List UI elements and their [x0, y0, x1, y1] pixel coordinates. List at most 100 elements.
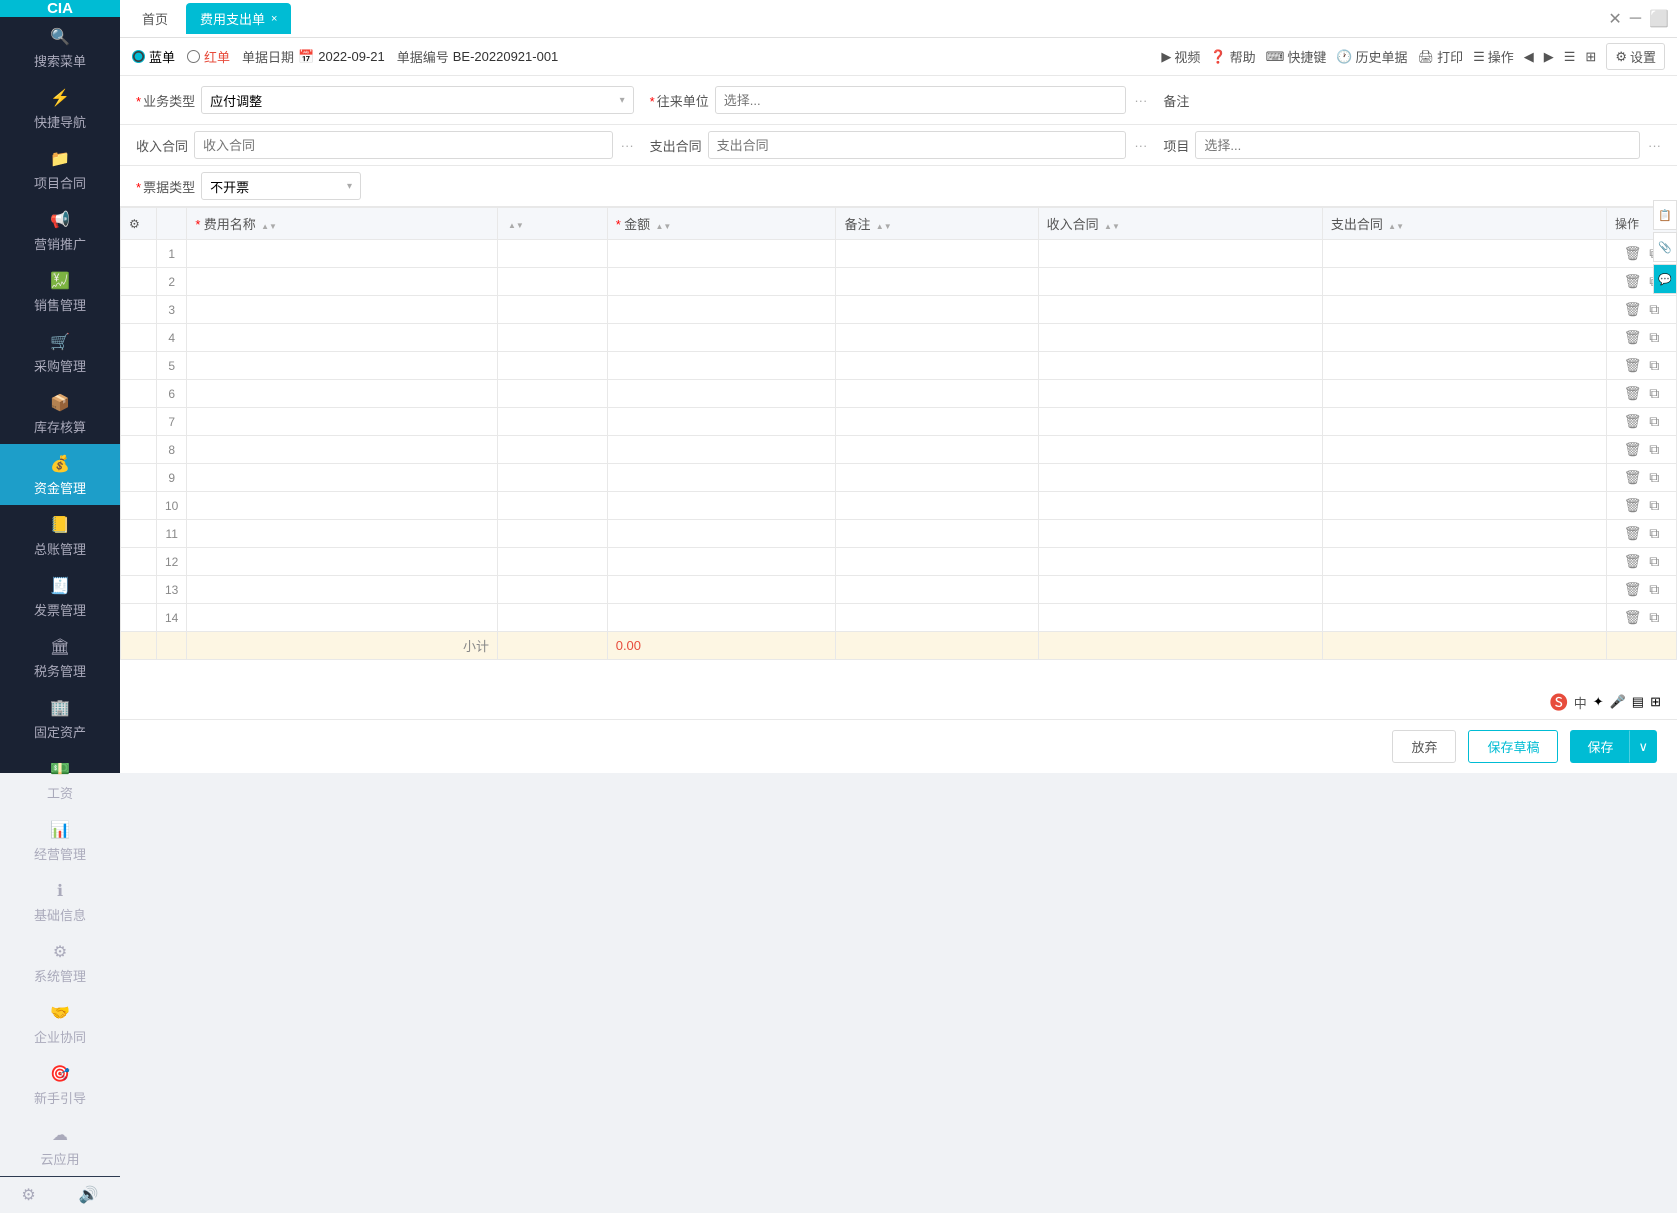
row-sort-cell[interactable] — [497, 408, 607, 436]
sidebar-item-newbie[interactable]: 🎯 新手引导 — [0, 1054, 120, 1115]
row-delete-icon[interactable]: 🗑 — [1624, 441, 1642, 457]
row-sort-cell[interactable] — [497, 604, 607, 632]
blue-radio-label[interactable]: 蓝单 — [132, 47, 175, 66]
row-income-cell[interactable] — [1038, 436, 1322, 464]
row-income-cell[interactable] — [1038, 548, 1322, 576]
row-sort-cell[interactable] — [497, 380, 607, 408]
tab-close-icon[interactable]: × — [271, 13, 277, 25]
row-delete-icon[interactable]: 🗑 — [1624, 413, 1642, 429]
income-contract-input[interactable] — [194, 131, 613, 159]
col-expense-sort-icon[interactable]: ▲▼ — [1388, 222, 1404, 231]
row-amount-cell[interactable] — [607, 296, 836, 324]
invoice-type-select[interactable]: 不开票 ▾ — [201, 172, 361, 200]
row-sort-cell[interactable] — [497, 492, 607, 520]
row-name-cell[interactable] — [187, 604, 498, 632]
row-name-cell[interactable] — [187, 240, 498, 268]
row-sort-cell[interactable] — [497, 352, 607, 380]
row-copy-icon[interactable]: ⧉ — [1649, 525, 1659, 541]
row-amount-cell[interactable] — [607, 380, 836, 408]
row-sort-cell[interactable] — [497, 520, 607, 548]
row-note-cell[interactable] — [836, 408, 1038, 436]
partner-dots-btn[interactable]: ··· — [1134, 93, 1147, 108]
sidebar-item-cloud[interactable]: ☁ 云应用 — [0, 1115, 120, 1176]
float-btn-2[interactable]: 📎 — [1653, 232, 1677, 262]
row-note-cell[interactable] — [836, 352, 1038, 380]
sidebar-item-operations[interactable]: 📊 经营管理 — [0, 810, 120, 871]
row-name-cell[interactable] — [187, 408, 498, 436]
sidebar-item-project[interactable]: 📁 项目合同 — [0, 139, 120, 200]
row-expense-cell[interactable] — [1322, 548, 1606, 576]
row-delete-icon[interactable]: 🗑 — [1624, 385, 1642, 401]
row-copy-icon[interactable]: ⧉ — [1649, 301, 1659, 317]
sidebar-audio-icon[interactable]: 🔊 — [79, 1185, 99, 1205]
sidebar-item-payroll[interactable]: 💵 工资 — [0, 749, 120, 810]
ops-btn[interactable]: ☰ 操作 — [1473, 47, 1514, 66]
row-delete-icon[interactable]: 🗑 — [1624, 469, 1642, 485]
row-amount-cell[interactable] — [607, 548, 836, 576]
video-btn[interactable]: ▶ 视频 — [1161, 47, 1200, 66]
row-amount-cell[interactable] — [607, 324, 836, 352]
discard-button[interactable]: 放弃 — [1392, 730, 1456, 763]
shortcut-btn[interactable]: ⌨ 快捷键 — [1266, 47, 1327, 66]
sidebar-item-invoice[interactable]: 🧾 发票管理 — [0, 566, 120, 627]
settings-button[interactable]: ⚙ 设置 — [1606, 43, 1665, 70]
row-name-cell[interactable] — [187, 380, 498, 408]
row-note-cell[interactable] — [836, 240, 1038, 268]
row-income-cell[interactable] — [1038, 380, 1322, 408]
row-expense-cell[interactable] — [1322, 324, 1606, 352]
row-amount-cell[interactable] — [607, 436, 836, 464]
col-note-sort-icon[interactable]: ▲▼ — [876, 222, 892, 231]
window-maximize-icon[interactable]: ⬜ — [1649, 9, 1669, 29]
row-copy-icon[interactable]: ⧉ — [1649, 357, 1659, 373]
row-note-cell[interactable] — [836, 520, 1038, 548]
sidebar-item-finance[interactable]: 💰 资金管理 — [0, 444, 120, 505]
view-list-btn[interactable]: ☰ — [1564, 49, 1576, 65]
row-amount-cell[interactable] — [607, 352, 836, 380]
row-amount-cell[interactable] — [607, 520, 836, 548]
expense-contract-dots-btn[interactable]: ··· — [1134, 138, 1147, 153]
col-amount-sort-icon[interactable]: ▲▼ — [655, 222, 671, 231]
row-expense-cell[interactable] — [1322, 268, 1606, 296]
col-income-sort-icon[interactable]: ▲▼ — [1104, 222, 1120, 231]
nav-next-btn[interactable]: ▶ — [1544, 49, 1554, 65]
row-copy-icon[interactable]: ⧉ — [1649, 329, 1659, 345]
row-delete-icon[interactable]: 🗑 — [1624, 553, 1642, 569]
col-sort-icon[interactable]: ▲▼ — [508, 221, 524, 230]
col-config-header[interactable]: ⚙ — [121, 208, 157, 240]
row-expense-cell[interactable] — [1322, 520, 1606, 548]
row-income-cell[interactable] — [1038, 240, 1322, 268]
nav-prev-btn[interactable]: ◀ — [1524, 49, 1534, 65]
sidebar-item-sales[interactable]: 💹 销售管理 — [0, 261, 120, 322]
row-sort-cell[interactable] — [497, 436, 607, 464]
row-income-cell[interactable] — [1038, 464, 1322, 492]
row-expense-cell[interactable] — [1322, 380, 1606, 408]
row-delete-icon[interactable]: 🗑 — [1624, 497, 1642, 513]
row-copy-icon[interactable]: ⧉ — [1649, 497, 1659, 513]
sidebar-item-purchase[interactable]: 🛒 采购管理 — [0, 322, 120, 383]
row-sort-cell[interactable] — [497, 296, 607, 324]
biz-type-select[interactable]: 应付调整 ▾ — [201, 86, 634, 114]
row-sort-cell[interactable] — [497, 576, 607, 604]
sidebar-item-quicknav[interactable]: ⚡ 快捷导航 — [0, 78, 120, 139]
row-expense-cell[interactable] — [1322, 436, 1606, 464]
row-name-cell[interactable] — [187, 268, 498, 296]
row-income-cell[interactable] — [1038, 324, 1322, 352]
col-name-sort-icon[interactable]: ▲▼ — [261, 222, 277, 231]
row-name-cell[interactable] — [187, 324, 498, 352]
row-name-cell[interactable] — [187, 520, 498, 548]
row-name-cell[interactable] — [187, 464, 498, 492]
view-grid-btn[interactable]: ⊞ — [1585, 49, 1596, 65]
sidebar-item-tax[interactable]: 🏛 税务管理 — [0, 627, 120, 688]
project-input[interactable] — [1195, 131, 1640, 159]
sidebar-item-system[interactable]: ⚙ 系统管理 — [0, 932, 120, 993]
row-delete-icon[interactable]: 🗑 — [1624, 245, 1642, 261]
row-amount-cell[interactable] — [607, 576, 836, 604]
row-sort-cell[interactable] — [497, 268, 607, 296]
row-note-cell[interactable] — [836, 380, 1038, 408]
row-income-cell[interactable] — [1038, 408, 1322, 436]
row-note-cell[interactable] — [836, 548, 1038, 576]
row-amount-cell[interactable] — [607, 492, 836, 520]
row-delete-icon[interactable]: 🗑 — [1624, 273, 1642, 289]
row-copy-icon[interactable]: ⧉ — [1649, 385, 1659, 401]
row-income-cell[interactable] — [1038, 576, 1322, 604]
